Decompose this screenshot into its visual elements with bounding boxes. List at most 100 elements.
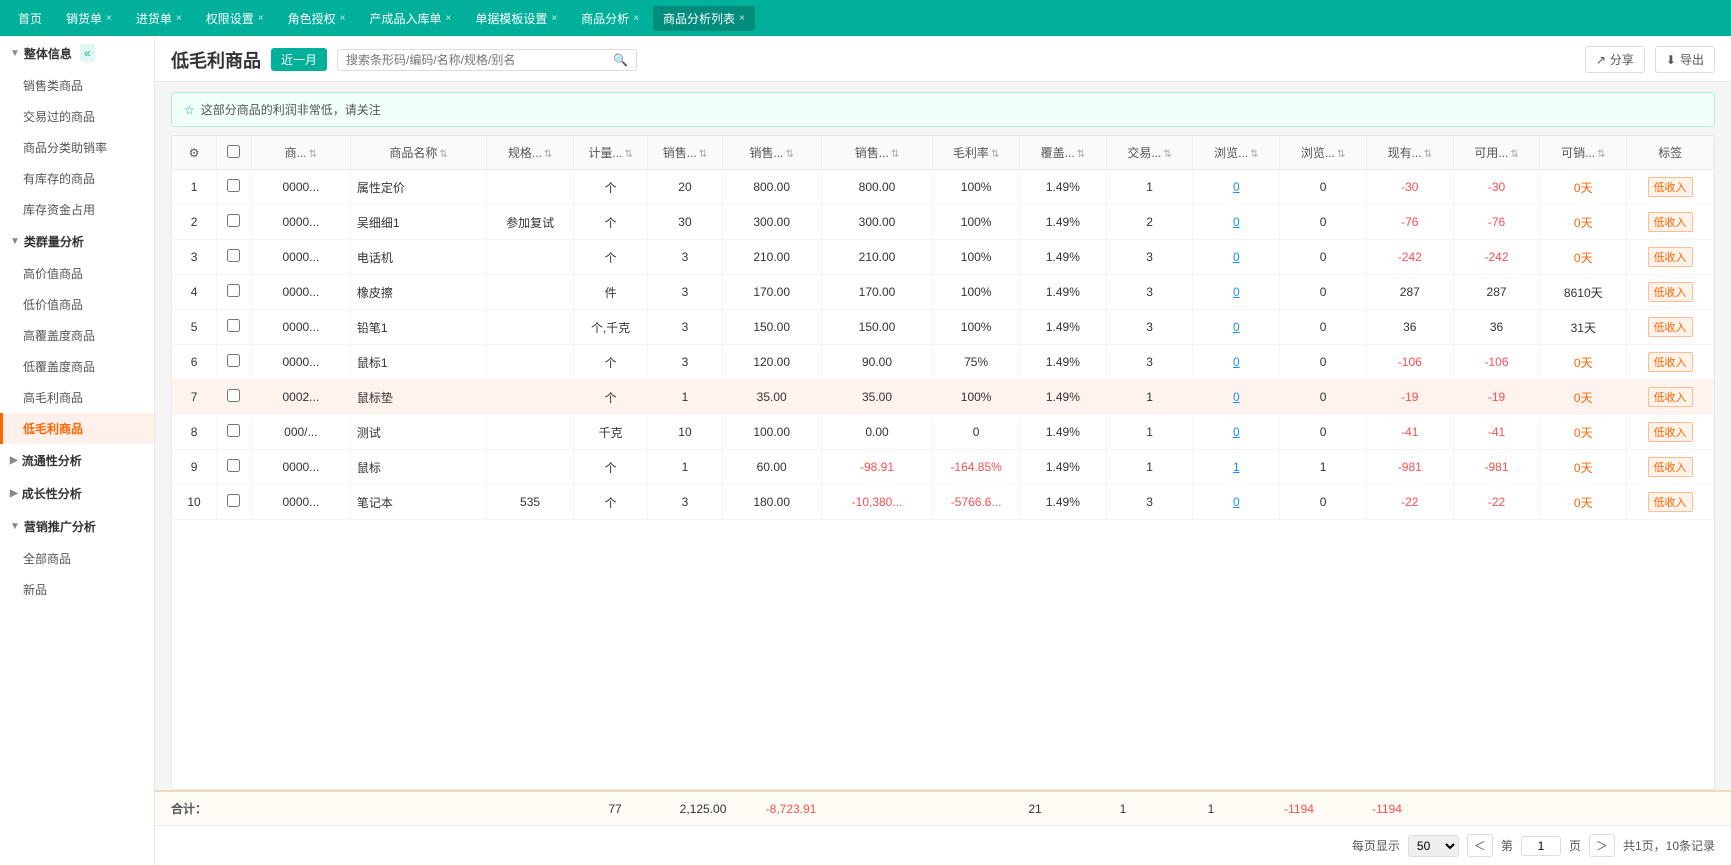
nav-item-purchase[interactable]: 进货单 × [126,6,192,31]
row-checkbox[interactable] [227,319,240,332]
period-button[interactable]: 近一月 [271,48,327,71]
close-icon[interactable]: × [340,13,346,24]
sidebar-item-inventory-capital[interactable]: 库存资金占用 [0,194,154,225]
sidebar-group-marketing[interactable]: ▼ 营销推广分析 [0,510,154,543]
cell-sale-price: 180.00 [722,485,821,520]
sidebar-group-general[interactable]: ▼ 整体信息 « [0,36,154,70]
search-input[interactable] [346,53,613,67]
sidebar-group-flow[interactable]: ▶ 流通性分析 [0,444,154,477]
cell-gross-margin: 100% [933,310,1020,345]
th-code[interactable]: 商...⇅ [251,136,350,170]
th-sale-price[interactable]: 销售...⇅ [722,136,821,170]
row-checkbox[interactable] [227,459,240,472]
close-icon[interactable]: × [176,13,182,24]
th-gross-margin[interactable]: 毛利率⇅ [933,136,1020,170]
cell-views1[interactable]: 0 [1193,240,1280,275]
nav-item-permissions[interactable]: 权限设置 × [196,6,274,31]
sidebar-item-category-sales[interactable]: 商品分类助销率 [0,132,154,163]
table-body: 1 0000... 属性定价 个 20 800.00 800.00 100% 1… [172,170,1714,520]
cell-code: 0000... [251,485,350,520]
close-icon[interactable]: × [106,13,112,24]
row-checkbox[interactable] [227,284,240,297]
cell-saleable: 31天 [1540,310,1627,345]
close-icon[interactable]: × [633,13,639,24]
sidebar-item-all-products[interactable]: 全部商品 [0,543,154,574]
close-icon[interactable]: × [739,13,745,24]
row-checkbox[interactable] [227,389,240,402]
cell-views1[interactable]: 0 [1193,345,1280,380]
th-tag[interactable]: 标签 [1627,136,1714,170]
cell-views1[interactable]: 0 [1193,310,1280,345]
next-page-button[interactable]: ＞ [1589,834,1615,857]
table-row: 10 0000... 笔记本 535 个 3 180.00 -10,380...… [172,485,1714,520]
sidebar-item-new-products[interactable]: 新品 [0,574,154,605]
th-checkbox[interactable] [217,136,252,170]
cell-spec [487,310,574,345]
th-sale-qty[interactable]: 销售...⇅ [648,136,722,170]
th-views2[interactable]: 浏览...⇅ [1280,136,1367,170]
sidebar-item-high-value[interactable]: 高价值商品 [0,258,154,289]
row-checkbox[interactable] [227,424,240,437]
table-row: 4 0000... 橡皮擦 件 3 170.00 170.00 100% 1.4… [172,275,1714,310]
cell-available: -106 [1453,345,1540,380]
cell-spec: 参加复试 [487,205,574,240]
nav-item-home[interactable]: 首页 [8,6,52,31]
select-all-checkbox[interactable] [227,145,240,158]
cell-views1[interactable]: 1 [1193,450,1280,485]
sidebar-group-growth[interactable]: ▶ 成长性分析 [0,477,154,510]
row-checkbox[interactable] [227,494,240,507]
th-current[interactable]: 现有...⇅ [1366,136,1453,170]
cell-coverage: 1.49% [1020,310,1107,345]
share-button[interactable]: ↗ 分享 [1585,46,1645,73]
cell-views1[interactable]: 0 [1193,275,1280,310]
th-unit[interactable]: 计量...⇅ [573,136,647,170]
footer-sale-price: 2,125.00 [663,802,743,816]
sidebar-item-sales-products[interactable]: 销售类商品 [0,70,154,101]
collapse-button[interactable]: « [80,44,95,62]
nav-item-templates[interactable]: 单据模板设置 × [465,6,567,31]
sidebar-group-cluster[interactable]: ▼ 类群量分析 [0,225,154,258]
th-available[interactable]: 可用...⇅ [1453,136,1540,170]
sidebar-item-traded-products[interactable]: 交易过的商品 [0,101,154,132]
nav-item-sales[interactable]: 销货单 × [56,6,122,31]
nav-item-products[interactable]: 产成品入库单 × [359,6,461,31]
row-checkbox[interactable] [227,354,240,367]
th-sale-profit[interactable]: 销售...⇅ [821,136,933,170]
sidebar-item-high-margin[interactable]: 高毛利商品 [0,382,154,413]
close-icon[interactable]: × [445,13,451,24]
page-size-select[interactable]: 50 20 100 [1408,835,1459,857]
export-button[interactable]: ⬇ 导出 [1655,46,1715,73]
cell-views1[interactable]: 0 [1193,170,1280,205]
cell-name: 电话机 [350,240,486,275]
page-number-input[interactable] [1521,836,1561,856]
cell-views1[interactable]: 0 [1193,415,1280,450]
cell-views1[interactable]: 0 [1193,205,1280,240]
nav-item-roles[interactable]: 角色授权 × [278,6,356,31]
close-icon[interactable]: × [551,13,557,24]
search-icon[interactable]: 🔍 [613,53,628,67]
th-transactions[interactable]: 交易...⇅ [1106,136,1193,170]
sort-icon: ⇅ [1077,149,1085,160]
sidebar-item-low-margin[interactable]: 低毛利商品 [0,413,154,444]
sidebar-item-high-coverage[interactable]: 高覆盖度商品 [0,320,154,351]
th-coverage[interactable]: 覆盖...⇅ [1020,136,1107,170]
cell-views1[interactable]: 0 [1193,380,1280,415]
sort-icon: ⇅ [1163,149,1171,160]
th-settings[interactable]: ⚙ [172,136,217,170]
row-checkbox[interactable] [227,214,240,227]
sidebar-item-low-value[interactable]: 低价值商品 [0,289,154,320]
th-spec[interactable]: 规格...⇅ [487,136,574,170]
cell-code: 0000... [251,205,350,240]
cell-views1[interactable]: 0 [1193,485,1280,520]
th-saleable[interactable]: 可销...⇅ [1540,136,1627,170]
th-name[interactable]: 商品名称⇅ [350,136,486,170]
row-checkbox[interactable] [227,179,240,192]
nav-item-analysis[interactable]: 商品分析 × [571,6,649,31]
sidebar-item-in-stock[interactable]: 有库存的商品 [0,163,154,194]
row-checkbox[interactable] [227,249,240,262]
th-views1[interactable]: 浏览...⇅ [1193,136,1280,170]
prev-page-button[interactable]: ＜ [1467,834,1493,857]
close-icon[interactable]: × [258,13,264,24]
nav-item-analysis-list[interactable]: 商品分析列表 × [653,6,755,31]
sidebar-item-low-coverage[interactable]: 低覆盖度商品 [0,351,154,382]
